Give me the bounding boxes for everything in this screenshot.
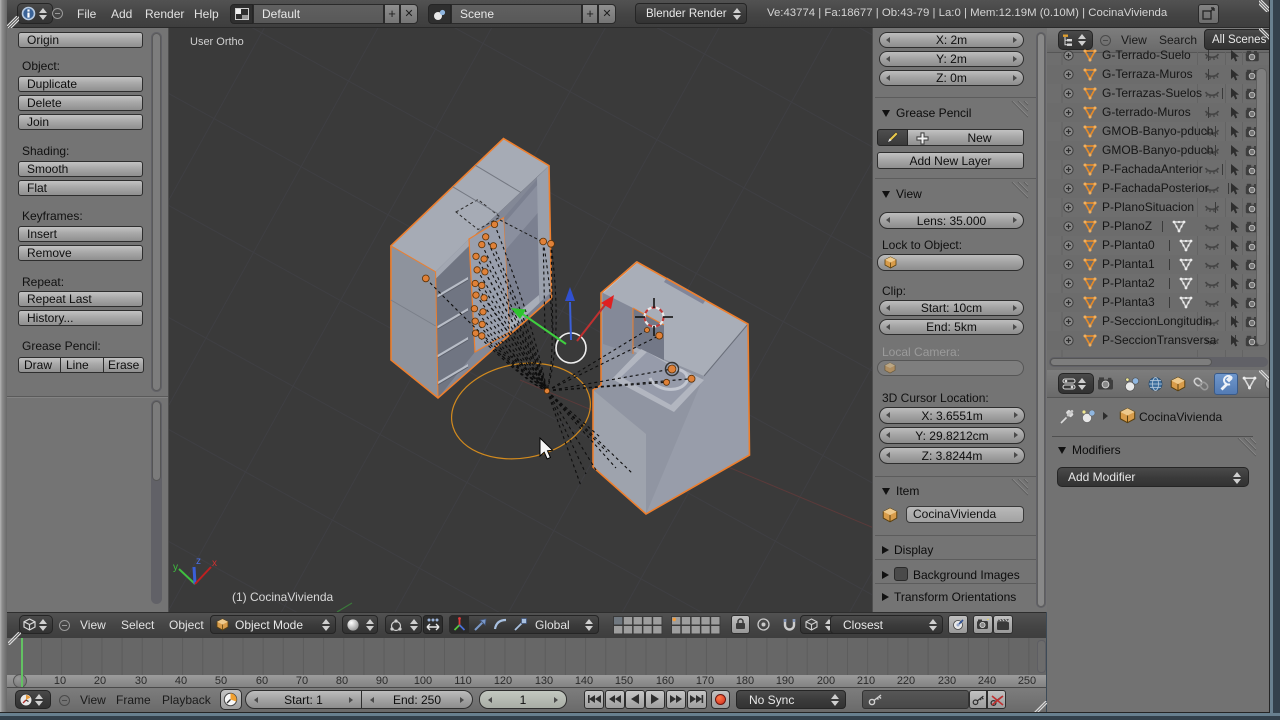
svg-text:User Ortho: User Ortho [190, 36, 244, 48]
svg-text:x: x [212, 558, 217, 569]
svg-text:z: z [196, 556, 201, 567]
svg-text:y: y [173, 562, 178, 573]
svg-text:(1) CocinaVivienda: (1) CocinaVivienda [232, 590, 333, 604]
